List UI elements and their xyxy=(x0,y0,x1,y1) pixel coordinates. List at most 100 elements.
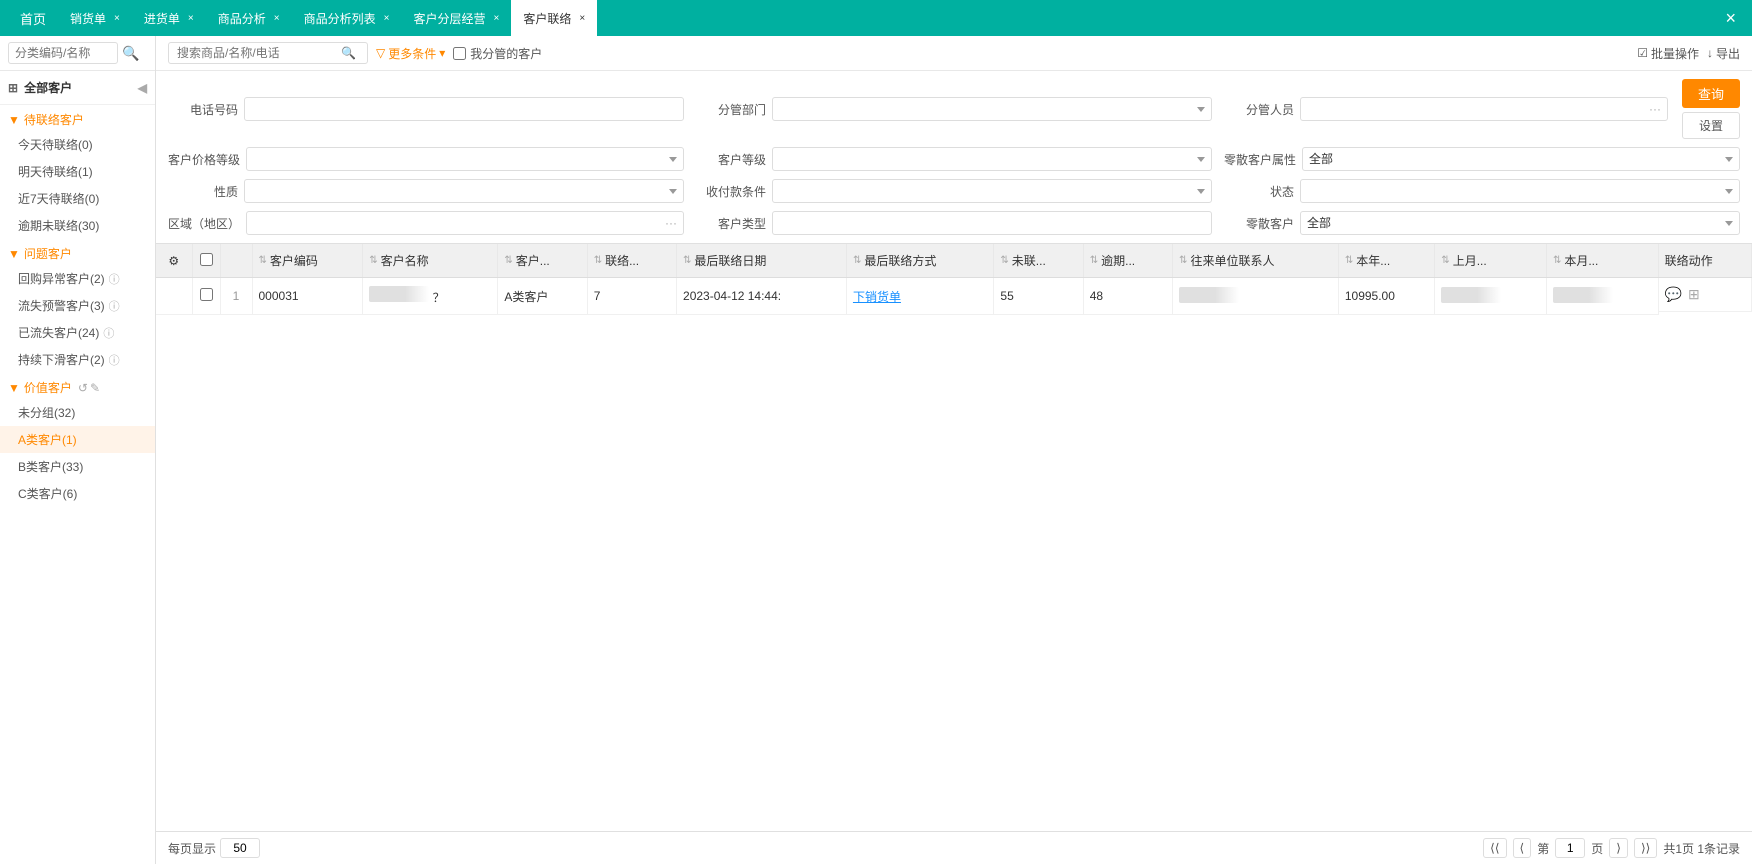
person-dots-btn[interactable]: ··· xyxy=(1649,102,1661,116)
sort-icon-6[interactable]: ⇅ xyxy=(853,255,861,266)
sidebar-collapse-icon[interactable]: ◀ xyxy=(138,81,147,95)
sort-icon-4[interactable]: ⇅ xyxy=(594,255,602,266)
person-input-dots[interactable]: ··· xyxy=(1300,97,1668,121)
price-grade-select[interactable] xyxy=(246,147,684,171)
sort-icon-5[interactable]: ⇅ xyxy=(683,255,691,266)
arrow-icon-3: ▼ xyxy=(8,381,20,395)
export-btn[interactable]: ↓ 导出 xyxy=(1707,45,1740,62)
payment-select[interactable] xyxy=(772,179,1212,203)
sidebar-item-class-b[interactable]: B类客户(33) xyxy=(0,453,155,480)
sidebar-item-today[interactable]: 今天待联络(0) xyxy=(0,131,155,158)
info-icon-3[interactable]: ⓘ xyxy=(103,325,114,341)
status-select[interactable] xyxy=(1300,179,1740,203)
row-last-contact-method[interactable]: 下销货单 xyxy=(846,278,993,315)
select-all-checkbox[interactable] xyxy=(200,253,213,266)
retail-customer-select[interactable]: 全部 xyxy=(1300,211,1740,235)
customer-grade-select[interactable] xyxy=(772,147,1212,171)
message-icon[interactable]: 💬 xyxy=(1665,286,1682,303)
last-page-btn[interactable]: ⟩⟩ xyxy=(1634,838,1657,858)
refresh-icon[interactable]: ↺ xyxy=(78,381,88,395)
nav-tab-customer-tier[interactable]: 客户分层经营 × xyxy=(401,0,511,36)
nav-tab-purchase[interactable]: 进货单 × xyxy=(132,0,206,36)
prev-page-btn[interactable]: ⟨ xyxy=(1513,838,1532,858)
sidebar-search-input[interactable] xyxy=(8,42,118,64)
filter-query-actions: 查询 设置 xyxy=(1682,79,1740,139)
contact-method-link[interactable]: 下销货单 xyxy=(853,290,901,304)
sidebar-item-overdue[interactable]: 逾期未联络(30) xyxy=(0,212,155,239)
sidebar-item-tomorrow[interactable]: 明天待联络(1) xyxy=(0,158,155,185)
sidebar-item-7days[interactable]: 近7天待联络(0) xyxy=(0,185,155,212)
window-close-btn[interactable]: × xyxy=(1717,8,1744,29)
sort-icon-11[interactable]: ⇅ xyxy=(1441,255,1449,266)
th-last-contact-date: ⇅ 最后联络日期 xyxy=(677,244,847,278)
row-code[interactable]: 000031 xyxy=(252,278,363,315)
next-page-btn[interactable]: ⟩ xyxy=(1609,838,1628,858)
row-name[interactable]: ？ xyxy=(363,278,498,315)
first-page-btn[interactable]: ⟨⟨ xyxy=(1483,838,1506,858)
close-customer-tier-tab[interactable]: × xyxy=(493,13,499,24)
my-customer-check[interactable] xyxy=(453,47,466,60)
page-size-input[interactable] xyxy=(220,838,260,858)
filter-row-nature: 性质 xyxy=(168,179,684,203)
info-icon-4[interactable]: ⓘ xyxy=(109,352,120,368)
sidebar-item-class-a[interactable]: A类客户(1) xyxy=(0,426,155,453)
close-purchase-tab[interactable]: × xyxy=(188,13,194,24)
nav-tab-goods-analysis[interactable]: 商品分析 × xyxy=(206,0,292,36)
sidebar-item-unclassified[interactable]: 未分组(32) xyxy=(0,399,155,426)
sidebar-all-customers[interactable]: ⊞ 全部客户 ◀ xyxy=(0,71,155,105)
qr-icon[interactable]: ⊞ xyxy=(1688,286,1700,303)
sidebar-item-churned[interactable]: 已流失客户(24) ⓘ xyxy=(0,319,155,346)
more-conditions-btn[interactable]: ▽ 更多条件 ▾ xyxy=(376,45,445,62)
close-goods-analysis-tab[interactable]: × xyxy=(274,13,280,24)
setting-button[interactable]: 设置 xyxy=(1682,112,1740,139)
region-dots-btn[interactable]: ··· xyxy=(665,216,677,230)
nav-tab-sales[interactable]: 销货单 × xyxy=(58,0,132,36)
close-sales-tab[interactable]: × xyxy=(114,13,120,24)
nav-tab-goods-list[interactable]: 商品分析列表 × xyxy=(292,0,402,36)
info-icon-2[interactable]: ⓘ xyxy=(109,298,120,314)
info-icon-1[interactable]: ⓘ xyxy=(109,271,120,287)
filter-search-icon[interactable]: 🔍 xyxy=(341,46,356,60)
retail-customer-label: 零散客户 xyxy=(1224,215,1294,232)
sidebar-item-class-c[interactable]: C类客户(6) xyxy=(0,480,155,507)
dept-select[interactable] xyxy=(772,97,1212,121)
filter-search-input[interactable] xyxy=(177,46,337,60)
sort-icon-7[interactable]: ⇅ xyxy=(1000,255,1008,266)
edit-icon[interactable]: ✎ xyxy=(90,381,100,395)
row-checkbox[interactable] xyxy=(200,288,213,301)
page-num-input[interactable] xyxy=(1555,838,1585,858)
region-input-dots[interactable]: ··· xyxy=(246,211,684,235)
gear-icon[interactable]: ⚙ xyxy=(168,254,179,268)
customer-type-input[interactable] xyxy=(772,211,1212,235)
sidebar-pending-section[interactable]: ▼ 待联络客户 xyxy=(0,105,155,131)
close-customer-contact-tab[interactable]: × xyxy=(579,13,585,24)
sidebar-item-declining[interactable]: 持续下滑客户(2) ⓘ xyxy=(0,346,155,373)
filter-row-price-grade: 客户价格等级 xyxy=(168,147,684,171)
sort-icon-8[interactable]: ⇅ xyxy=(1090,255,1098,266)
sort-icon[interactable]: ⇅ xyxy=(259,255,267,266)
sort-icon-2[interactable]: ⇅ xyxy=(369,255,377,266)
retail-attr-select[interactable]: 全部 xyxy=(1302,147,1740,171)
sidebar-item-churn-warning[interactable]: 流失预警客户(3) ⓘ xyxy=(0,292,155,319)
sort-icon-3[interactable]: ⇅ xyxy=(504,255,512,266)
my-customer-checkbox[interactable]: 我分管的客户 xyxy=(453,45,542,62)
close-goods-list-tab[interactable]: × xyxy=(384,13,390,24)
table-row: 1 000031 ？ A类客户 7 2023-04-12 14:44: 下销货单… xyxy=(156,278,1752,315)
batch-op-btn[interactable]: ☑ 批量操作 xyxy=(1637,45,1699,62)
query-button[interactable]: 查询 xyxy=(1682,79,1740,108)
nav-home[interactable]: 首页 xyxy=(8,0,58,36)
sidebar-value-section[interactable]: ▼ 价值客户 ↺ ✎ xyxy=(0,373,155,399)
sidebar-problem-section[interactable]: ▼ 问题客户 xyxy=(0,239,155,265)
sort-icon-12[interactable]: ⇅ xyxy=(1553,255,1561,266)
page-size-area: 每页显示 xyxy=(168,838,260,858)
sort-icon-10[interactable]: ⇅ xyxy=(1345,255,1353,266)
nature-select[interactable] xyxy=(244,179,684,203)
nav-tab-customer-contact[interactable]: 客户联络 × xyxy=(511,0,597,36)
sort-icon-9[interactable]: ⇅ xyxy=(1179,255,1187,266)
filter-row-region: 区域（地区） ··· xyxy=(168,211,684,235)
sidebar-item-repurchase-abnormal[interactable]: 回购异常客户(2) ⓘ xyxy=(0,265,155,292)
th-checkbox xyxy=(192,244,220,278)
th-customer-code: ⇅ 客户编码 xyxy=(252,244,363,278)
phone-input[interactable] xyxy=(244,97,684,121)
sidebar-search-icon[interactable]: 🔍 xyxy=(122,45,139,62)
